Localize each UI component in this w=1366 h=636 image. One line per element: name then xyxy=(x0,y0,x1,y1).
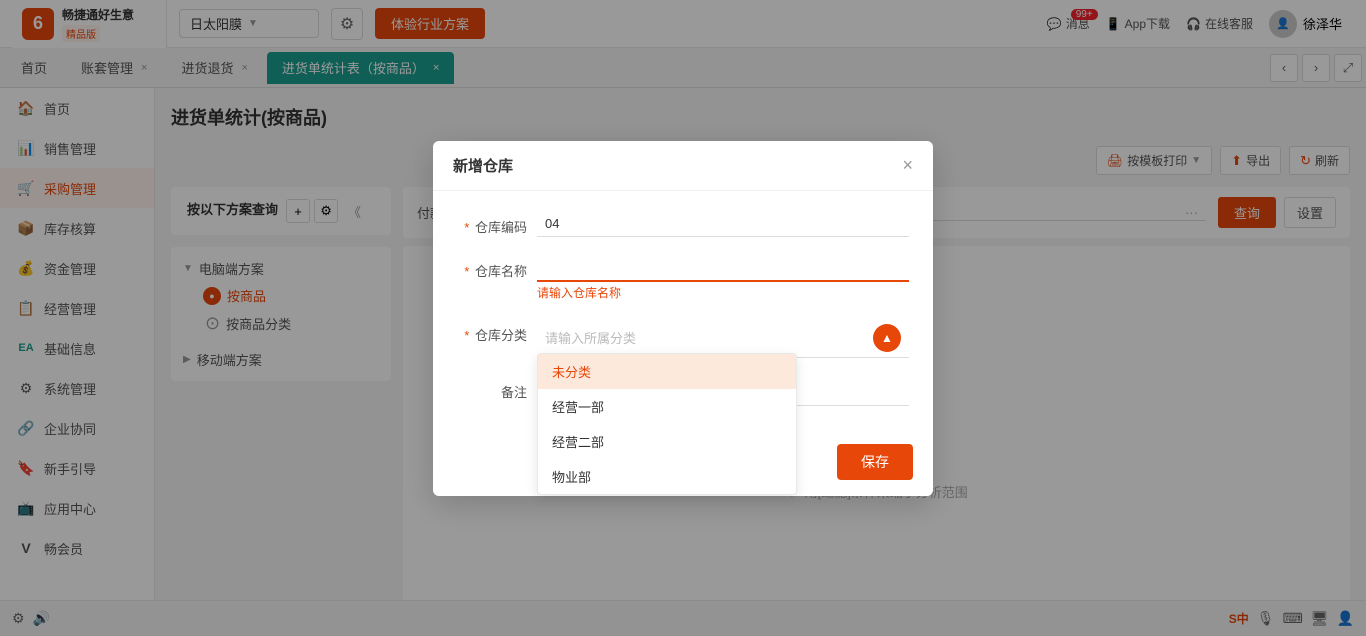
category-dropdown: 未分类 经营一部 经营二部 物业部 xyxy=(537,353,797,495)
chevron-up-button[interactable]: ▲ xyxy=(873,324,901,352)
name-error-msg: 请输入仓库名称 xyxy=(537,286,621,300)
modal-overlay: 新增仓库 × * 仓库编码 * 仓库名称 xyxy=(0,0,1366,636)
form-row-name: * 仓库名称 请输入仓库名称 xyxy=(457,255,909,301)
dropdown-item-ops1[interactable]: 经营一部 xyxy=(538,389,796,424)
save-button[interactable]: 保存 xyxy=(837,444,913,480)
category-label: * 仓库分类 xyxy=(457,319,537,344)
warehouse-code-input[interactable] xyxy=(537,211,909,237)
dropdown-item-uncategorized[interactable]: 未分类 xyxy=(538,354,796,389)
warehouse-name-input[interactable] xyxy=(537,255,909,282)
name-label: * 仓库名称 xyxy=(457,255,537,280)
category-field[interactable]: 请输入所属分类 ▲ xyxy=(537,319,909,358)
modal-header: 新增仓库 × xyxy=(433,141,933,191)
new-warehouse-modal: 新增仓库 × * 仓库编码 * 仓库名称 xyxy=(433,141,933,496)
modal-body: * 仓库编码 * 仓库名称 请输入仓库名称 xyxy=(433,191,933,432)
dropdown-item-property[interactable]: 物业部 xyxy=(538,459,796,494)
dropdown-item-ops2[interactable]: 经营二部 xyxy=(538,424,796,459)
chevron-up-icon: ▲ xyxy=(881,331,893,345)
form-row-category: * 仓库分类 请输入所属分类 ▲ 未分类 经营一部 经营二部 物业部 xyxy=(457,319,909,358)
form-row-code: * 仓库编码 xyxy=(457,211,909,237)
note-label: 备注 xyxy=(457,376,537,401)
code-label: * 仓库编码 xyxy=(457,211,537,236)
modal-title: 新增仓库 xyxy=(453,155,513,176)
modal-close-button[interactable]: × xyxy=(902,155,913,176)
